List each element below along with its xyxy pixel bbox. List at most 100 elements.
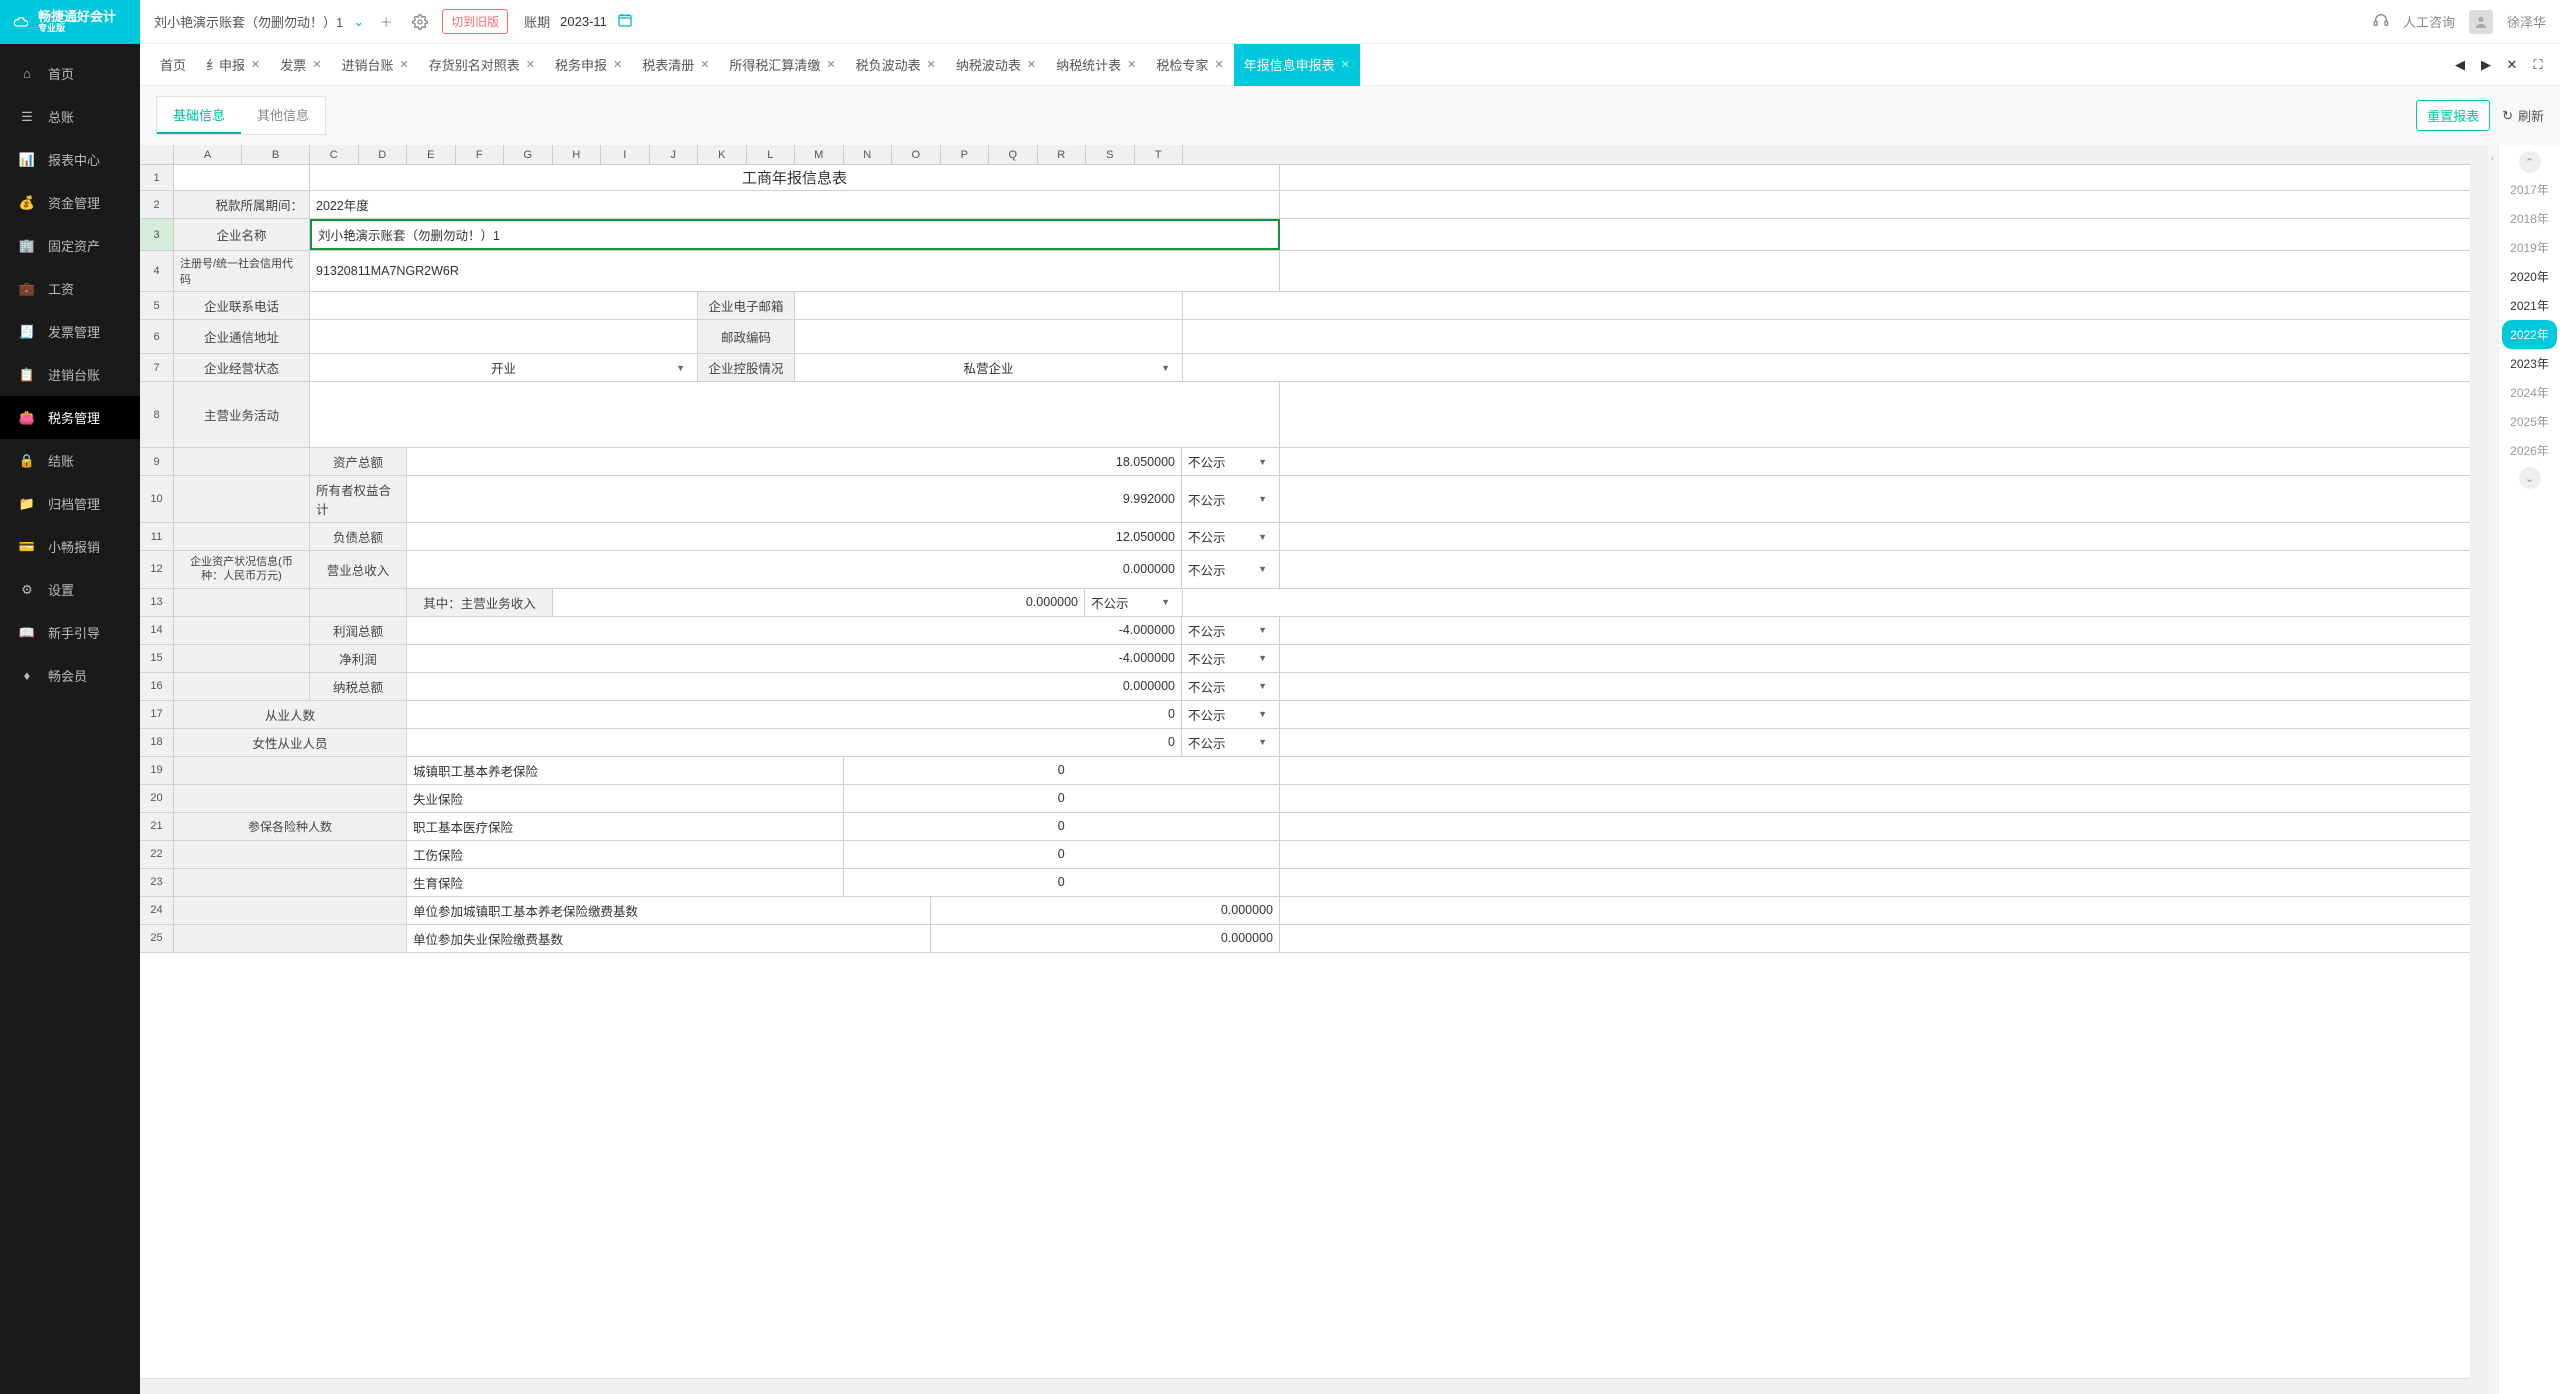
disclose-select[interactable]: 不公示 xyxy=(1182,476,1280,522)
tab-close-icon[interactable]: ✕ xyxy=(400,58,409,71)
fin-value[interactable]: 0.000000 xyxy=(407,551,1182,588)
tab-0[interactable]: 首页 xyxy=(150,44,196,86)
disclose-select[interactable]: 不公示 xyxy=(1182,523,1280,550)
support-link[interactable]: 人工咨询 xyxy=(2403,12,2455,31)
row-header-24[interactable]: 24 xyxy=(140,897,174,924)
row-header-21[interactable]: 21 xyxy=(140,813,174,840)
row-header-12[interactable]: 12 xyxy=(140,551,174,588)
sidebar-item-12[interactable]: ⚙设置 xyxy=(0,568,140,611)
row-header-25[interactable]: 25 xyxy=(140,925,174,952)
col-header-R[interactable]: R xyxy=(1038,145,1087,164)
tab-close-all-icon[interactable]: ✕ xyxy=(2500,53,2524,77)
disclose-select[interactable]: 不公示 xyxy=(1182,645,1280,672)
sidebar-item-10[interactable]: 📁归档管理 xyxy=(0,482,140,525)
fin-value[interactable]: 12.050000 xyxy=(407,523,1182,550)
row-header-13[interactable]: 13 xyxy=(140,589,174,616)
tab-close-icon[interactable]: ✕ xyxy=(526,58,535,71)
holding-select[interactable]: 私营企业 xyxy=(795,354,1183,381)
company-name-cell[interactable]: 刘小艳演示账套（勿删勿动！）1 xyxy=(310,219,1280,250)
row-header-8[interactable]: 8 xyxy=(140,382,174,447)
tab-close-icon[interactable]: ✕ xyxy=(1214,58,1223,71)
col-header-F[interactable]: F xyxy=(456,145,505,164)
col-header-D[interactable]: D xyxy=(359,145,408,164)
collapse-year-panel[interactable]: ‹ xyxy=(2486,145,2498,1394)
spreadsheet[interactable]: ABCDEFGHIJKLMNOPQRST 1工商年报信息表2税款所属期间：202… xyxy=(140,145,2470,1394)
col-header-P[interactable]: P xyxy=(941,145,990,164)
refresh-button[interactable]: ↻ 刷新 xyxy=(2502,106,2544,125)
row-header-19[interactable]: 19 xyxy=(140,757,174,784)
female-employee-count[interactable]: 0 xyxy=(407,729,1182,756)
tab-next-icon[interactable]: ▶ xyxy=(2474,53,2498,77)
sidebar-item-6[interactable]: 🧾发票管理 xyxy=(0,310,140,353)
row-header-5[interactable]: 5 xyxy=(140,292,174,319)
sidebar-item-11[interactable]: 💳小畅报销 xyxy=(0,525,140,568)
postcode-input[interactable] xyxy=(795,320,1183,353)
fin-value[interactable]: 0.000000 xyxy=(407,673,1182,700)
email-input[interactable] xyxy=(795,292,1183,319)
col-header-O[interactable]: O xyxy=(892,145,941,164)
insurance-count[interactable]: 0 xyxy=(844,869,1281,896)
tab-11[interactable]: 税检专家✕ xyxy=(1146,44,1233,86)
account-select[interactable]: 刘小艳演示账套（勿删勿动！）1 xyxy=(154,12,343,31)
plus-icon[interactable]: ＋ xyxy=(374,10,398,34)
reset-report-button[interactable]: 重置报表 xyxy=(2416,100,2490,131)
fullscreen-icon[interactable]: ⛶ xyxy=(2526,53,2550,77)
disclose-select[interactable]: 不公示 xyxy=(1182,551,1280,588)
col-header-I[interactable]: I xyxy=(601,145,650,164)
year-2020年[interactable]: 2020年 xyxy=(2502,262,2557,291)
insurance-count[interactable]: 0 xyxy=(844,785,1281,812)
insurance-count[interactable]: 0 xyxy=(844,813,1281,840)
vertical-scrollbar[interactable] xyxy=(2470,145,2486,1394)
col-header-A[interactable]: A xyxy=(174,145,242,164)
sidebar-item-1[interactable]: ☰总账 xyxy=(0,95,140,138)
old-version-button[interactable]: 切到旧版 xyxy=(442,9,508,34)
row-header-7[interactable]: 7 xyxy=(140,354,174,381)
sidebar-item-8[interactable]: 👛税务管理 xyxy=(0,396,140,439)
avatar[interactable] xyxy=(2469,10,2493,34)
period-value[interactable]: 2023-11 xyxy=(560,14,607,29)
reg-number[interactable]: 91320811MA7NGR2W6R xyxy=(310,251,1280,291)
year-2023年[interactable]: 2023年 xyxy=(2502,349,2557,378)
insurance-count[interactable]: 0 xyxy=(844,841,1281,868)
horizontal-scrollbar[interactable] xyxy=(140,1378,2470,1394)
row-header-15[interactable]: 15 xyxy=(140,645,174,672)
col-header-N[interactable]: N xyxy=(844,145,893,164)
tab-close-icon[interactable]: ✕ xyxy=(1127,58,1136,71)
address-input[interactable] xyxy=(310,320,698,353)
gear-icon[interactable] xyxy=(408,10,432,34)
tab-close-icon[interactable]: ✕ xyxy=(927,58,936,71)
sidebar-item-0[interactable]: ⌂首页 xyxy=(0,52,140,95)
col-header-C[interactable]: C xyxy=(310,145,359,164)
col-header-T[interactable]: T xyxy=(1135,145,1184,164)
row-header-2[interactable]: 2 xyxy=(140,191,174,218)
col-header-Q[interactable]: Q xyxy=(989,145,1038,164)
tab-7[interactable]: 所得税汇算清缴✕ xyxy=(719,44,845,86)
row-header-9[interactable]: 9 xyxy=(140,448,174,475)
disclose-select[interactable]: 不公示 xyxy=(1182,673,1280,700)
tab-8[interactable]: 税负波动表✕ xyxy=(846,44,946,86)
row-header-10[interactable]: 10 xyxy=(140,476,174,522)
tab-6[interactable]: 税表清册✕ xyxy=(632,44,719,86)
row-header-22[interactable]: 22 xyxy=(140,841,174,868)
status-select[interactable]: 开业 xyxy=(310,354,698,381)
sidebar-item-14[interactable]: ♦畅会员 xyxy=(0,654,140,697)
row-header-18[interactable]: 18 xyxy=(140,729,174,756)
tab-2[interactable]: 发票✕ xyxy=(270,44,331,86)
row-header-1[interactable]: 1 xyxy=(140,165,174,190)
tab-close-icon[interactable]: ✕ xyxy=(1027,58,1036,71)
row-header-11[interactable]: 11 xyxy=(140,523,174,550)
year-down-icon[interactable]: ⌄ xyxy=(2519,467,2541,489)
sidebar-item-7[interactable]: 📋进销台账 xyxy=(0,353,140,396)
col-header-B[interactable]: B xyxy=(242,145,310,164)
fin-value[interactable]: 18.050000 xyxy=(407,448,1182,475)
sidebar-item-13[interactable]: 📖新手引导 xyxy=(0,611,140,654)
subtab-basic[interactable]: 基础信息 xyxy=(157,97,241,134)
tab-10[interactable]: 纳税统计表✕ xyxy=(1046,44,1146,86)
tab-4[interactable]: 存货别名对照表✕ xyxy=(419,44,545,86)
tab-3[interactable]: 进销台账✕ xyxy=(331,44,418,86)
col-header-S[interactable]: S xyxy=(1086,145,1135,164)
calendar-icon[interactable] xyxy=(617,12,633,31)
subtab-other[interactable]: 其他信息 xyxy=(241,97,325,134)
row-header-6[interactable]: 6 xyxy=(140,320,174,353)
tab-close-icon[interactable]: ✕ xyxy=(700,58,709,71)
